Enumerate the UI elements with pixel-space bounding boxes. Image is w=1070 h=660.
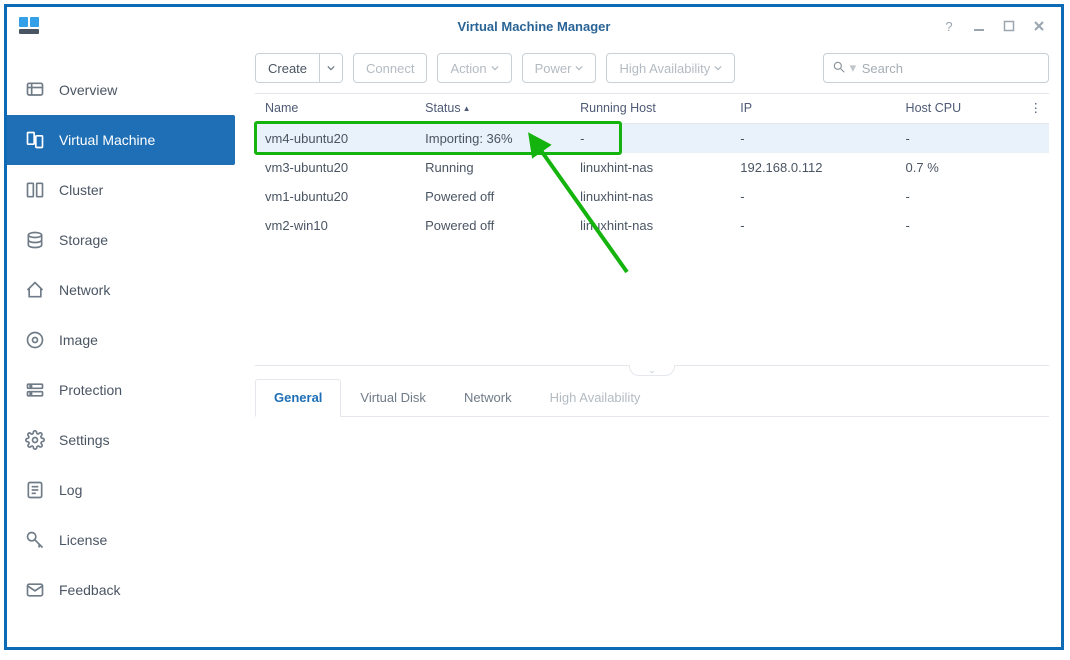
cell-host: -	[570, 124, 730, 154]
main-content: Create Connect Action Power High Availab…	[243, 45, 1061, 647]
action-button[interactable]: Action	[437, 53, 511, 83]
cell-ip: -	[730, 182, 895, 211]
details-tabs: General Virtual Disk Network High Availa…	[255, 378, 1049, 417]
sidebar-item-label: Network	[59, 282, 110, 298]
cell-cpu: 0.7 %	[896, 153, 1020, 182]
tab-high-availability[interactable]: High Availability	[531, 379, 660, 417]
window-frame: Virtual Machine Manager ? Overview	[4, 4, 1064, 650]
search-icon	[832, 60, 846, 77]
sidebar-item-label: Feedback	[59, 582, 120, 598]
tab-virtual-disk[interactable]: Virtual Disk	[341, 379, 445, 417]
col-host[interactable]: Running Host	[570, 94, 730, 124]
action-label: Action	[450, 61, 486, 76]
gear-icon	[25, 430, 45, 450]
ha-label: High Availability	[619, 61, 710, 76]
create-button[interactable]: Create	[256, 54, 319, 82]
create-dropdown[interactable]	[319, 54, 342, 82]
table-row[interactable]: vm3-ubuntu20 Running linuxhint-nas 192.1…	[255, 153, 1049, 182]
storage-icon	[25, 230, 45, 250]
sidebar-item-log[interactable]: Log	[7, 465, 243, 515]
search-box[interactable]: ▾	[823, 53, 1049, 83]
table-row[interactable]: vm1-ubuntu20 Powered off linuxhint-nas -…	[255, 182, 1049, 211]
table-row[interactable]: vm4-ubuntu20 Importing: 36% - - -	[255, 124, 1049, 154]
sidebar-item-label: License	[59, 532, 107, 548]
col-ip[interactable]: IP	[730, 94, 895, 124]
sidebar-item-label: Cluster	[59, 182, 103, 198]
cell-name: vm3-ubuntu20	[255, 153, 415, 182]
sidebar-item-storage[interactable]: Storage	[7, 215, 243, 265]
cell-status: Powered off	[415, 211, 570, 240]
sidebar-item-label: Virtual Machine	[59, 132, 155, 148]
network-icon	[25, 280, 45, 300]
collapse-handle[interactable]: ⌄	[629, 365, 675, 376]
sidebar-item-label: Overview	[59, 82, 117, 98]
sidebar-item-feedback[interactable]: Feedback	[7, 565, 243, 615]
titlebar: Virtual Machine Manager ?	[7, 7, 1061, 45]
cell-status: Importing: 36%	[415, 124, 570, 154]
vm-table: Name Status▲ Running Host IP Host CPU ⋮ …	[255, 93, 1049, 240]
table-row[interactable]: vm2-win10 Powered off linuxhint-nas - -	[255, 211, 1049, 240]
maximize-icon[interactable]	[997, 14, 1021, 38]
app-icon	[17, 14, 41, 38]
help-icon[interactable]: ?	[937, 14, 961, 38]
cell-status: Running	[415, 153, 570, 182]
details-body	[255, 417, 1049, 647]
search-input[interactable]	[860, 60, 1040, 77]
toolbar: Create Connect Action Power High Availab…	[255, 49, 1049, 93]
create-button-group: Create	[255, 53, 343, 83]
minimize-icon[interactable]	[967, 14, 991, 38]
cell-cpu: -	[896, 124, 1020, 154]
feedback-icon	[25, 580, 45, 600]
image-icon	[25, 330, 45, 350]
vm-icon	[25, 130, 45, 150]
ha-button[interactable]: High Availability	[606, 53, 735, 83]
cell-host: linuxhint-nas	[570, 211, 730, 240]
connect-button[interactable]: Connect	[353, 53, 427, 83]
overview-icon	[25, 80, 45, 100]
column-options-icon[interactable]: ⋮	[1020, 94, 1049, 124]
license-icon	[25, 530, 45, 550]
sidebar-item-cluster[interactable]: Cluster	[7, 165, 243, 215]
cell-ip: 192.168.0.112	[730, 153, 895, 182]
col-name[interactable]: Name	[255, 94, 415, 124]
sidebar-item-network[interactable]: Network	[7, 265, 243, 315]
power-button[interactable]: Power	[522, 53, 597, 83]
tab-network[interactable]: Network	[445, 379, 531, 417]
cluster-icon	[25, 180, 45, 200]
cell-name: vm2-win10	[255, 211, 415, 240]
col-status[interactable]: Status▲	[415, 94, 570, 124]
tab-general[interactable]: General	[255, 379, 341, 417]
protection-icon	[25, 380, 45, 400]
cell-ip: -	[730, 211, 895, 240]
sidebar-item-label: Log	[59, 482, 82, 498]
sidebar: Overview Virtual Machine Cluster Storage	[7, 45, 243, 647]
close-icon[interactable]	[1027, 14, 1051, 38]
power-label: Power	[535, 61, 572, 76]
cell-name: vm4-ubuntu20	[255, 124, 415, 154]
sort-asc-icon: ▲	[463, 104, 471, 113]
log-icon	[25, 480, 45, 500]
window-title: Virtual Machine Manager	[7, 19, 1061, 34]
sidebar-item-overview[interactable]: Overview	[7, 65, 243, 115]
sidebar-item-license[interactable]: License	[7, 515, 243, 565]
cell-host: linuxhint-nas	[570, 153, 730, 182]
sidebar-item-protection[interactable]: Protection	[7, 365, 243, 415]
sidebar-item-virtual-machine[interactable]: Virtual Machine	[7, 115, 235, 165]
cell-host: linuxhint-nas	[570, 182, 730, 211]
cell-ip: -	[730, 124, 895, 154]
details-pane: ⌄ General Virtual Disk Network High Avai…	[255, 365, 1049, 647]
sidebar-item-label: Settings	[59, 432, 110, 448]
sidebar-item-label: Storage	[59, 232, 108, 248]
sidebar-item-settings[interactable]: Settings	[7, 415, 243, 465]
cell-status: Powered off	[415, 182, 570, 211]
cell-cpu: -	[896, 211, 1020, 240]
cell-name: vm1-ubuntu20	[255, 182, 415, 211]
col-cpu[interactable]: Host CPU	[896, 94, 1020, 124]
sidebar-item-image[interactable]: Image	[7, 315, 243, 365]
sidebar-item-label: Image	[59, 332, 98, 348]
sidebar-item-label: Protection	[59, 382, 122, 398]
cell-cpu: -	[896, 182, 1020, 211]
